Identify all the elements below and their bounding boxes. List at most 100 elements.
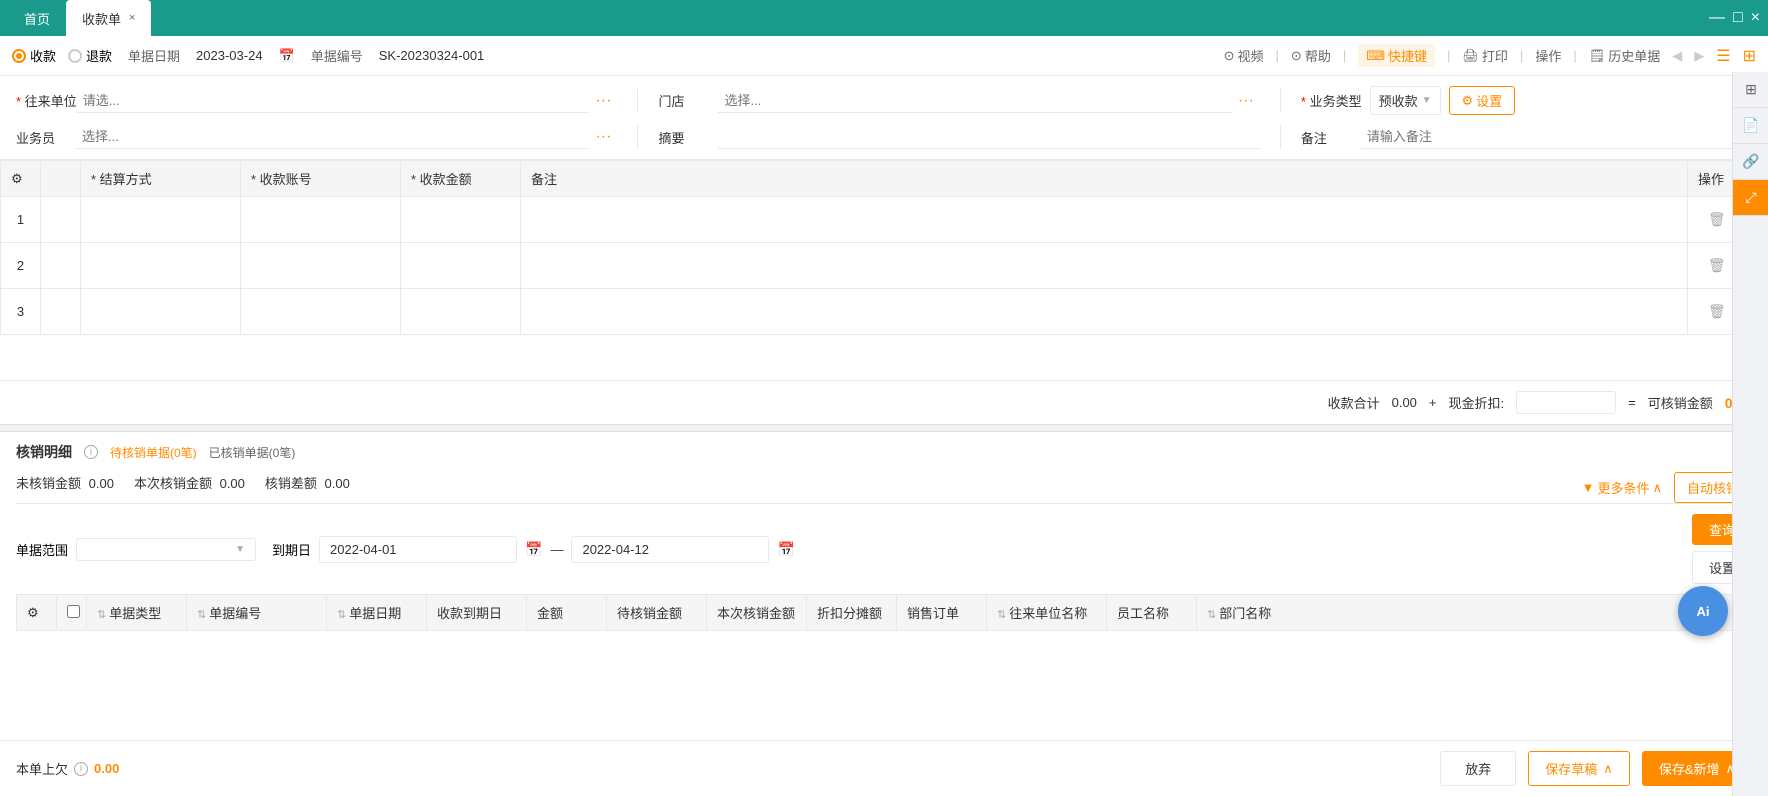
radio-tuikuan[interactable]: 退款	[68, 46, 112, 65]
bth-dept[interactable]: 部门名称	[1197, 595, 1751, 630]
right-panel-doc-icon[interactable]: 📄	[1733, 108, 1768, 144]
salesperson-input[interactable]	[76, 125, 589, 149]
toolbar-right: ⊙ 视频 | ⊙ 帮助 | ⌨ 快捷键 | 🖨 打印 | 操作 |	[1224, 44, 1756, 67]
plus-sign: +	[1429, 395, 1437, 410]
row-3-settlement[interactable]	[81, 289, 241, 335]
footer-left: 本单上欠 i 0.00	[16, 759, 119, 778]
row-2-account[interactable]	[241, 243, 401, 289]
right-panel-table-icon[interactable]: ⊞	[1733, 72, 1768, 108]
close-btn[interactable]: ×	[1751, 9, 1760, 27]
th-remark: 备注	[521, 161, 1688, 197]
tab-receipt[interactable]: 收款单 ×	[66, 0, 151, 36]
filter-icon: ▼	[1582, 480, 1595, 495]
right-panel-link-icon[interactable]: 🔗	[1733, 144, 1768, 180]
history-btn[interactable]: 🗒 历史单据	[1589, 46, 1661, 65]
remark-label: 备注	[1301, 128, 1361, 147]
cal-from-icon[interactable]: 📅	[525, 541, 542, 558]
row-num-3: 3	[1, 289, 41, 335]
row-1-account[interactable]	[241, 197, 401, 243]
ai-assistant-badge[interactable]: Ai	[1678, 586, 1728, 636]
select-all-checkbox[interactable]	[67, 605, 80, 618]
calendar-icon[interactable]: 📅	[279, 48, 295, 64]
discount-input[interactable]	[1516, 391, 1616, 414]
video-btn[interactable]: ⊙ 视频	[1224, 46, 1264, 65]
delete-icon[interactable]: 🗑	[1708, 211, 1726, 227]
row-2-settlement[interactable]	[81, 243, 241, 289]
shortcut-btn[interactable]: ⌨ 快捷键	[1358, 44, 1435, 67]
store-input[interactable]	[718, 89, 1231, 113]
business-type-label: 业务类型	[1301, 91, 1362, 110]
th-settings[interactable]: ⚙	[1, 161, 41, 197]
bench-info-icon[interactable]: i	[74, 762, 88, 776]
bth-checkbox[interactable]	[57, 597, 87, 629]
current-verify-label: 本次核销金额 0.00	[134, 473, 245, 492]
partner-input[interactable]	[77, 89, 590, 113]
tab-receipt-label: 收款单	[82, 9, 121, 28]
toolbar: 收款 退款 单据日期 2023-03-24 📅 单据编号 SK-20230324…	[0, 36, 1768, 76]
minimize-btn[interactable]: —	[1709, 9, 1725, 27]
shortcut-label: 快捷键	[1388, 46, 1427, 65]
bth-date[interactable]: 单据日期	[327, 595, 427, 630]
due-date-from-input[interactable]	[319, 536, 517, 563]
due-date-label: 到期日	[272, 540, 311, 559]
abandon-button[interactable]: 放弃	[1440, 751, 1516, 786]
help-label: 帮助	[1305, 46, 1331, 65]
bottom-table-header: ⚙ 单据类型 单据编号 单据日期 收款到期日 金额 待核销金额 本次核销金额 折…	[16, 594, 1752, 631]
salesperson-more-btn[interactable]: ···	[589, 128, 617, 146]
summary-input[interactable]	[718, 125, 1259, 149]
list-view-btn[interactable]: ☰	[1716, 46, 1730, 66]
bth-partner[interactable]: 往来单位名称	[987, 595, 1107, 630]
right-panel-expand-icon[interactable]: ⤢	[1733, 180, 1768, 216]
row-1-remark[interactable]	[521, 197, 1688, 243]
due-date-to-input[interactable]	[571, 536, 769, 563]
ai-label: Ai	[1697, 604, 1710, 619]
tab-home[interactable]: 首页	[8, 0, 66, 36]
row-2-remark[interactable]	[521, 243, 1688, 289]
row-3-remark[interactable]	[521, 289, 1688, 335]
more-filter-btn[interactable]: ▼ 更多条件 ∧	[1582, 478, 1662, 497]
radio-shouquan[interactable]: 收款	[12, 46, 56, 65]
operations-btn[interactable]: 操作	[1535, 46, 1561, 65]
row-1-amount[interactable]	[401, 197, 521, 243]
row-3-account[interactable]	[241, 289, 401, 335]
th-row-num	[41, 161, 81, 197]
bth-num[interactable]: 单据编号	[187, 595, 327, 630]
delete-icon[interactable]: 🗑	[1708, 257, 1726, 273]
save-draft-button[interactable]: 保存草稿 ∧	[1528, 751, 1630, 786]
setup-button[interactable]: ⚙ 设置	[1449, 86, 1516, 115]
maximize-btn[interactable]: □	[1733, 9, 1743, 27]
table-section: ⚙ * 结算方式 * 收款账号 * 收款金额 备注	[0, 160, 1768, 380]
store-more-btn[interactable]: ···	[1232, 92, 1260, 110]
row-2-amount[interactable]	[401, 243, 521, 289]
remark-input[interactable]	[1361, 125, 1752, 149]
row-1-settlement[interactable]	[81, 197, 241, 243]
info-icon[interactable]: i	[84, 445, 98, 459]
uncancelled-label: 未核销金额 0.00	[16, 473, 114, 492]
row-2-cell-empty	[41, 243, 81, 289]
partner-more-btn[interactable]: ···	[589, 92, 617, 110]
print-icon: 🖨	[1462, 48, 1479, 64]
form-row-1: 往来单位 ··· 门店 ··· 业务类型 预收款 ▼ ⚙ 设置	[16, 86, 1752, 115]
business-type-select[interactable]: 预收款 ▼	[1370, 86, 1441, 115]
window-controls: — □ ×	[1709, 9, 1760, 27]
print-btn[interactable]: 🖨 打印	[1462, 46, 1508, 65]
cal-to-icon[interactable]: 📅	[777, 541, 794, 558]
tab-close-icon[interactable]: ×	[129, 12, 135, 24]
help-icon: ⊙	[1291, 48, 1302, 64]
bth-type[interactable]: 单据类型	[87, 595, 187, 630]
pending-tab[interactable]: 待核销单据(0笔)	[110, 444, 197, 461]
summary-field: 摘要	[658, 125, 1259, 149]
history-icon: 🗒	[1589, 48, 1606, 64]
range-select[interactable]: ▼	[76, 538, 256, 561]
verify-section: 核销明细 i 待核销单据(0笔) 已核销单据(0笔) 未核销金额 0.00 本次…	[0, 432, 1768, 641]
delete-icon[interactable]: 🗑	[1708, 303, 1726, 319]
bth-settings[interactable]: ⚙	[17, 597, 57, 629]
discount-label: 现金折扣:	[1449, 393, 1505, 412]
chevron-down-icon: ▼	[1422, 95, 1432, 106]
done-tab[interactable]: 已核销单据(0笔)	[209, 444, 296, 461]
help-btn[interactable]: ⊙ 帮助	[1291, 46, 1331, 65]
grid-view-btn[interactable]: ⊞	[1743, 46, 1756, 66]
th-settlement: * 结算方式	[81, 161, 241, 197]
range-label: 单据范围	[16, 540, 68, 559]
row-3-amount[interactable]	[401, 289, 521, 335]
